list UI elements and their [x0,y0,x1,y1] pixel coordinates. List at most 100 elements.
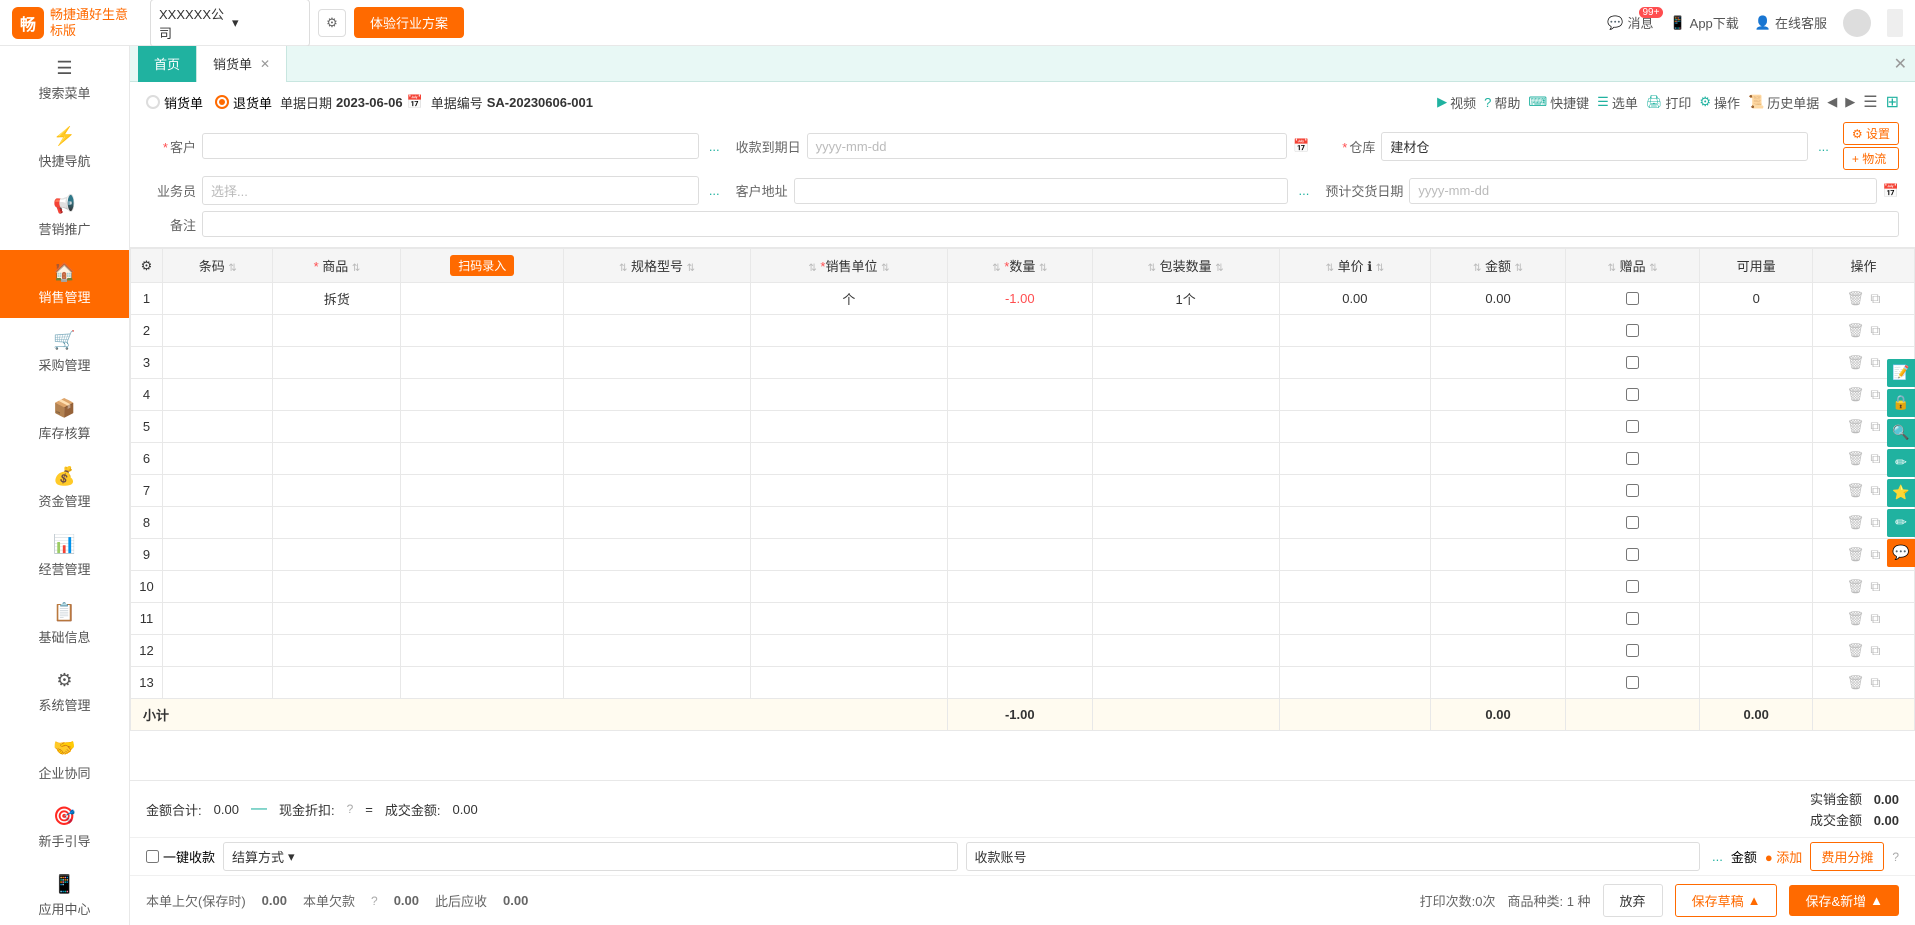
row-quantity[interactable] [947,507,1092,539]
rf-btn-7[interactable]: 💬 [1887,539,1915,567]
row-quantity[interactable]: -1.00 [947,283,1092,315]
copy-icon[interactable]: ⧉ [1870,546,1880,563]
row-barcode[interactable] [163,283,273,315]
row-product[interactable] [273,347,401,379]
app-download-button[interactable]: 📱 App下载 [1669,13,1738,32]
copy-icon[interactable]: ⧉ [1870,418,1880,435]
print-btn[interactable]: 🖨 打印 [1646,93,1692,112]
row-spec[interactable] [401,347,564,379]
row-pack-qty[interactable] [1092,603,1279,635]
row-unit[interactable]: 个 [750,283,947,315]
flow-button[interactable]: + 物流 [1843,147,1899,170]
row-unit[interactable] [750,603,947,635]
row-spec[interactable] [401,379,564,411]
tab-home[interactable]: 首页 [138,46,197,82]
rf-btn-5[interactable]: ⭐ [1887,479,1915,507]
row-pack-qty[interactable] [1092,379,1279,411]
row-barcode[interactable] [163,411,273,443]
copy-icon[interactable]: ⧉ [1870,642,1880,659]
copy-icon[interactable]: ⧉ [1870,450,1880,467]
user-avatar[interactable] [1843,9,1871,37]
radio-return-order[interactable]: 退货单 [215,93,272,112]
cash-discount-help-icon[interactable]: ? [347,802,354,816]
row-quantity[interactable] [947,411,1092,443]
row-gift[interactable] [1565,571,1700,603]
row-amount[interactable] [1431,571,1566,603]
row-gift[interactable] [1565,475,1700,507]
row-product[interactable] [273,603,401,635]
row-barcode[interactable] [163,507,273,539]
row-spec2[interactable] [564,347,751,379]
row-product[interactable] [273,507,401,539]
sidebar-item-system[interactable]: ⚙ 系统管理 [0,658,129,726]
row-spec2[interactable] [564,315,751,347]
scan-btn[interactable]: 扫码录入 [450,255,514,276]
abandon-button[interactable]: 放弃 [1603,884,1663,917]
row-gift[interactable] [1565,667,1700,699]
row-amount[interactable] [1431,475,1566,507]
row-unit[interactable] [750,667,947,699]
customer-more-btn[interactable]: ... [709,139,720,154]
copy-icon[interactable]: ⧉ [1870,386,1880,403]
row-amount[interactable] [1431,507,1566,539]
copy-icon[interactable]: ⧉ [1870,610,1880,627]
row-unit-price[interactable] [1279,347,1431,379]
row-unit[interactable] [750,443,947,475]
row-barcode[interactable] [163,315,273,347]
row-unit[interactable] [750,315,947,347]
notes-input[interactable] [202,211,1899,237]
row-amount[interactable] [1431,539,1566,571]
row-barcode[interactable] [163,347,273,379]
row-product[interactable] [273,379,401,411]
due-date-input[interactable]: yyyy-mm-dd [807,133,1287,159]
prev-record-icon[interactable]: ◀ [1827,94,1837,110]
row-unit-price[interactable]: 0.00 [1279,283,1431,315]
history-btn[interactable]: 📜 历史单据 [1748,93,1819,112]
row-spec2[interactable] [564,539,751,571]
save-draft-button[interactable]: 保存草稿 ▲ [1675,884,1778,917]
row-spec2[interactable] [564,667,751,699]
rf-btn-4[interactable]: ✏ [1887,449,1915,477]
th-config[interactable]: ⚙ [131,249,163,283]
arrears-help-icon[interactable]: ? [371,894,378,908]
message-button[interactable]: 💬 消息 99+ [1607,13,1653,32]
radio-sales-order[interactable]: 销货单 [146,93,203,112]
select-order-btn[interactable]: ☰ 选单 [1597,93,1638,112]
delete-icon[interactable]: 🗑 [1847,322,1865,339]
row-product[interactable] [273,315,401,347]
row-unit[interactable] [750,571,947,603]
warehouse-input[interactable]: 建材仓 [1381,132,1808,161]
salesperson-more-btn[interactable]: ... [709,183,720,198]
operation-btn[interactable]: ⚙ 操作 [1699,93,1740,112]
delete-icon[interactable]: 🗑 [1847,418,1865,435]
row-quantity[interactable] [947,347,1092,379]
customer-addr-input[interactable] [794,178,1289,204]
delete-icon[interactable]: 🗑 [1847,514,1865,531]
delete-icon[interactable]: 🗑 [1847,482,1865,499]
settings-button-form[interactable]: ⚙ 设置 [1843,122,1899,145]
customer-addr-more-btn[interactable]: ... [1298,183,1309,198]
row-spec2[interactable] [564,635,751,667]
row-unit[interactable] [750,507,947,539]
one-click-pay-checkbox[interactable] [146,850,159,863]
due-date-calendar-icon[interactable]: 📅 [1293,138,1309,154]
row-amount[interactable] [1431,667,1566,699]
row-spec[interactable] [401,475,564,507]
row-unit-price[interactable] [1279,379,1431,411]
delete-icon[interactable]: 🗑 [1847,386,1865,403]
delete-icon[interactable]: 🗑 [1847,354,1865,371]
row-gift[interactable] [1565,635,1700,667]
row-unit[interactable] [750,539,947,571]
sidebar-item-app-center[interactable]: 📱 应用中心 [0,862,129,925]
row-pack-qty[interactable]: 1个 [1092,283,1279,315]
row-spec2[interactable] [564,507,751,539]
row-product[interactable] [273,539,401,571]
sidebar-item-sales[interactable]: 🏠 销售管理 [0,250,129,318]
save-new-button[interactable]: 保存&新增 ▲ [1789,885,1899,916]
row-barcode[interactable] [163,571,273,603]
row-barcode[interactable] [163,635,273,667]
row-spec2[interactable] [564,379,751,411]
rf-btn-1[interactable]: 📝 [1887,359,1915,387]
row-spec[interactable] [401,283,564,315]
row-gift[interactable] [1565,347,1700,379]
